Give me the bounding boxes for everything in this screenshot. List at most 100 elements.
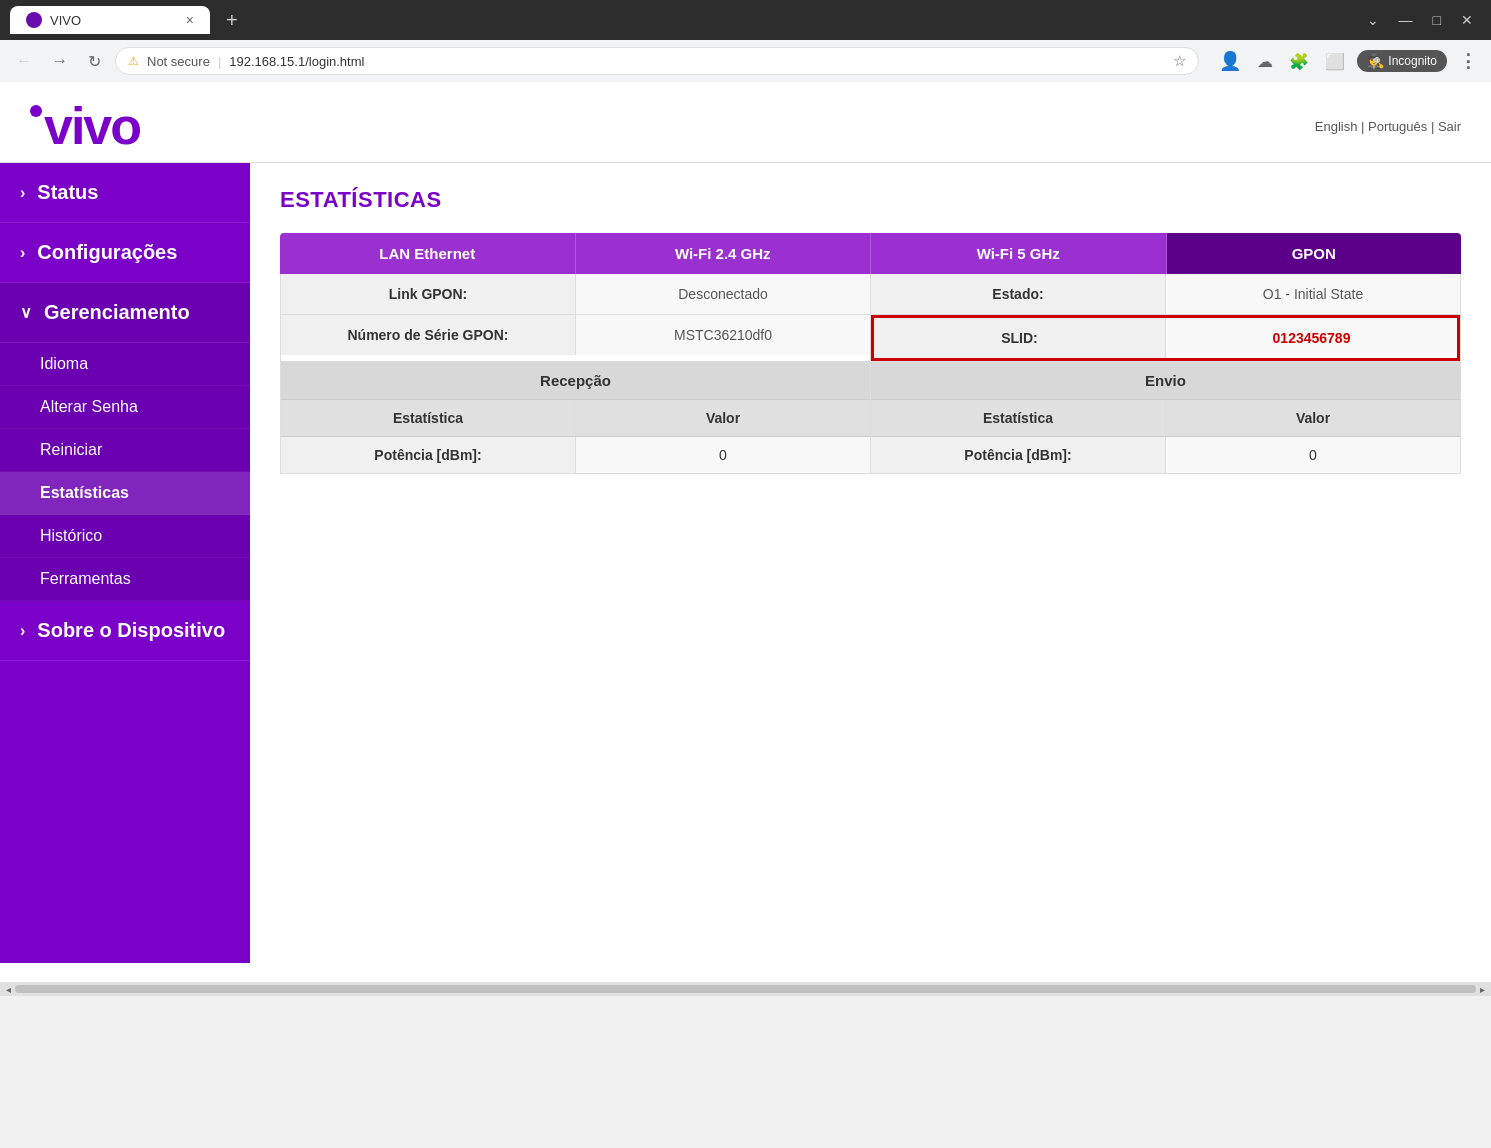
split-view-icon[interactable]: ⬜ [1321,48,1349,75]
sidebar-arrow-sobre: › [20,622,25,640]
incognito-icon: 🕵 [1367,53,1384,69]
security-label: Not secure [147,54,210,69]
reception-table: Recepção Estatística Valor Potência [dBm… [281,362,871,473]
refresh-button[interactable]: ↻ [82,48,107,75]
sidebar-subitem-reiniciar[interactable]: Reiniciar [0,429,250,472]
profile-icon[interactable]: 👤 [1215,46,1245,76]
tab-lan[interactable]: LAN Ethernet [280,233,576,274]
browser-titlebar: VIVO × + ⌄ — □ ✕ [0,0,1491,40]
reception-col-valor: Valor [576,400,870,436]
envio-col-estatistica: Estatística [871,400,1166,436]
sidebar-subitem-estatisticas[interactable]: Estatísticas [0,472,250,515]
link-gpon-value: Desconectado [576,274,870,314]
sidebar-subitem-historico[interactable]: Histórico [0,515,250,558]
envio-col-valor: Valor [1166,400,1460,436]
envio-data-row-0: Potência [dBm]: 0 [871,437,1460,473]
sidebar-item-configuracoes[interactable]: › Configurações [0,223,250,283]
lang-english[interactable]: English [1315,119,1358,134]
window-close-button[interactable]: ✕ [1453,10,1481,30]
tab-close-button[interactable]: × [186,12,194,28]
address-text[interactable]: 192.168.15.1/login.html [229,54,1165,69]
tab-wifi24[interactable]: Wi-Fi 2.4 GHz [576,233,872,274]
extensions-icon[interactable]: 🧩 [1285,48,1313,75]
lang-links: English | Português | Sair [1315,119,1461,134]
window-controls: ⌄ — □ ✕ [1359,10,1481,30]
gpon-info-right: Estado: O1 - Initial State SLID: 0123456… [871,274,1460,361]
lang-exit[interactable]: Sair [1438,119,1461,134]
tab-title: VIVO [50,13,81,28]
sidebar-item-sobre[interactable]: › Sobre o Dispositivo [0,601,250,661]
reception-valor-0: 0 [576,437,870,473]
tab-favicon [26,12,42,28]
reception-header: Recepção [281,362,870,400]
scrollbar-left-button[interactable]: ◂ [2,984,15,995]
sidebar-label-sobre: Sobre o Dispositivo [37,619,225,642]
scrollbar-area[interactable]: ◂ ▸ [0,982,1491,996]
address-separator: | [218,54,221,69]
page-wrapper: vivo English | Português | Sair › Status… [0,82,1491,982]
tab-gpon[interactable]: GPON [1167,233,1462,274]
reception-data-row-0: Potência [dBm]: 0 [281,437,870,473]
two-tables: Recepção Estatística Valor Potência [dBm… [281,361,1460,473]
incognito-label: Incognito [1388,54,1437,68]
numero-serie-label: Número de Série GPON: [281,315,576,355]
reception-col-estatistica: Estatística [281,400,576,436]
page-header: vivo English | Português | Sair [0,82,1491,163]
menu-button[interactable]: ⋮ [1455,46,1481,76]
gpon-content: Link GPON: Desconectado Número de Série … [280,274,1461,474]
scrollbar-track[interactable] [15,985,1476,993]
estado-value: O1 - Initial State [1166,274,1460,314]
cloud-icon[interactable]: ☁ [1253,48,1277,75]
sidebar-item-status[interactable]: › Status [0,163,250,223]
back-button[interactable]: ← [10,48,38,74]
numero-serie-value: MSTC36210df0 [576,315,870,355]
content-area: ESTATÍSTICAS LAN Ethernet Wi-Fi 2.4 GHz … [250,163,1491,963]
sidebar-arrow-gerenciamento: ∨ [20,303,32,322]
slid-value: 0123456789 [1166,318,1457,358]
info-row-slid: SLID: 0123456789 [871,315,1460,361]
reception-estatistica-0: Potência [dBm]: [281,437,576,473]
browser-chrome: VIVO × + ⌄ — □ ✕ ← → ↻ ⚠ Not secure | 19… [0,0,1491,82]
envio-col-headers: Estatística Valor [871,400,1460,437]
sidebar-arrow-status: › [20,184,25,202]
main-layout: › Status › Configurações ∨ Gerenciamento… [0,163,1491,963]
sidebar-label-configuracoes: Configurações [37,241,177,264]
forward-button[interactable]: → [46,48,74,74]
estado-label: Estado: [871,274,1166,314]
info-row-numero-serie: Número de Série GPON: MSTC36210df0 [281,315,870,355]
link-gpon-label: Link GPON: [281,274,576,314]
sidebar-label-gerenciamento: Gerenciamento [44,301,190,324]
page-title: ESTATÍSTICAS [280,187,1461,213]
window-chevron[interactable]: ⌄ [1359,10,1387,30]
sidebar-item-gerenciamento[interactable]: ∨ Gerenciamento [0,283,250,343]
stats-tabs: LAN Ethernet Wi-Fi 2.4 GHz Wi-Fi 5 GHz G… [280,233,1461,274]
gpon-info-left: Link GPON: Desconectado Número de Série … [281,274,871,361]
incognito-badge: 🕵 Incognito [1357,50,1447,72]
address-bar[interactable]: ⚠ Not secure | 192.168.15.1/login.html ☆ [115,47,1199,75]
sidebar-subitem-idioma[interactable]: Idioma [0,343,250,386]
new-tab-button[interactable]: + [218,7,246,34]
sidebar-label-status: Status [37,181,98,204]
bookmark-icon[interactable]: ☆ [1173,52,1186,70]
reception-col-headers: Estatística Valor [281,400,870,437]
window-maximize-button[interactable]: □ [1425,10,1449,30]
tab-wifi5[interactable]: Wi-Fi 5 GHz [871,233,1167,274]
envio-estatistica-0: Potência [dBm]: [871,437,1166,473]
browser-nav: ← → ↻ ⚠ Not secure | 192.168.15.1/login.… [0,40,1491,82]
sidebar-subitem-alterar-senha[interactable]: Alterar Senha [0,386,250,429]
window-minimize-button[interactable]: — [1391,10,1421,30]
lang-portuguese[interactable]: Português [1368,119,1427,134]
browser-tab-active[interactable]: VIVO × [10,6,210,34]
vivo-logo: vivo [30,100,140,152]
sidebar-arrow-configuracoes: › [20,244,25,262]
sidebar-subitem-ferramentas[interactable]: Ferramentas [0,558,250,601]
envio-valor-0: 0 [1166,437,1460,473]
sidebar: › Status › Configurações ∨ Gerenciamento… [0,163,250,963]
gpon-info-grid: Link GPON: Desconectado Número de Série … [281,274,1460,361]
info-row-link-gpon: Link GPON: Desconectado [281,274,870,315]
sidebar-subitems: Idioma Alterar Senha Reiniciar Estatísti… [0,343,250,601]
scrollbar-right-button[interactable]: ▸ [1476,984,1489,995]
logo-dot [30,105,42,117]
nav-icons: 👤 ☁ 🧩 ⬜ 🕵 Incognito ⋮ [1215,46,1481,76]
security-warning-icon: ⚠ [128,54,139,68]
